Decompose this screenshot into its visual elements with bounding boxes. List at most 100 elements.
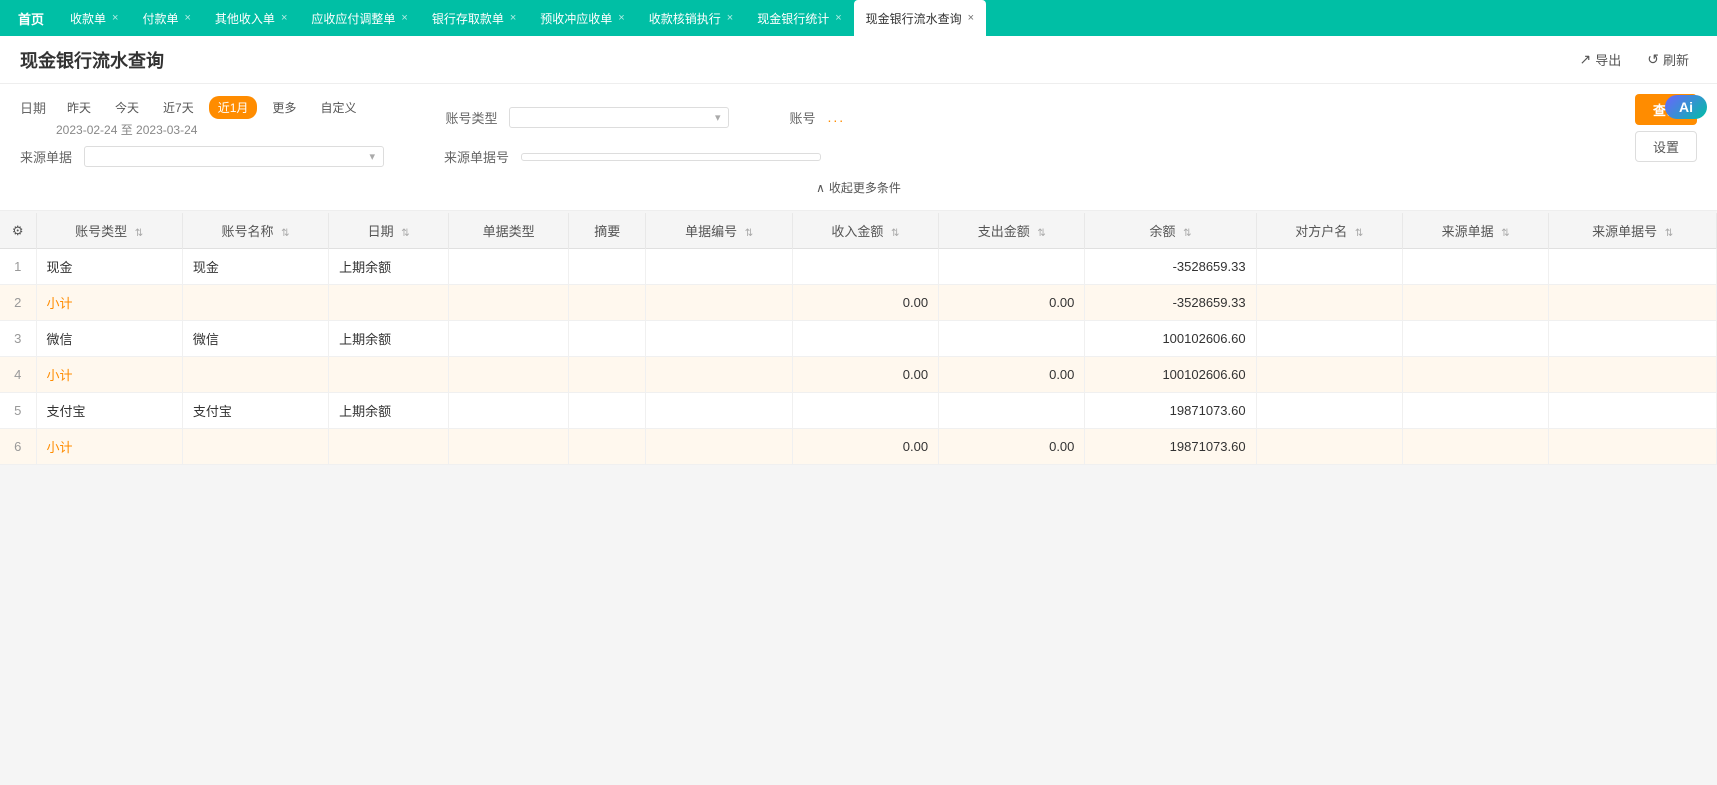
table-cell [449,429,569,465]
refresh-icon: ↺ [1647,51,1659,68]
close-icon[interactable]: × [281,12,287,24]
col-source-doc[interactable]: 来源单据 ⇅ [1402,213,1548,249]
date-btn-more[interactable]: 更多 [263,96,305,119]
col-doc-no[interactable]: 单据编号 ⇅ [646,213,792,249]
col-balance[interactable]: 余额 ⇅ [1085,213,1256,249]
settings-button[interactable]: 设置 [1635,131,1697,162]
table-cell [1402,321,1548,357]
nav-tab-2[interactable]: 其他收入单 × [203,0,299,36]
date-btn-1month[interactable]: 近1月 [209,96,258,119]
date-btn-today[interactable]: 今天 [106,96,148,119]
table-cell [569,249,646,285]
collapse-up-icon: ∧ [816,181,825,195]
sort-icon: ⇅ [135,228,143,239]
sort-icon: ⇅ [401,228,409,239]
table-cell [569,321,646,357]
date-btn-7days[interactable]: 近7天 [154,96,203,119]
table-cell [646,357,792,393]
col-counterpart[interactable]: 对方户名 ⇅ [1256,213,1402,249]
col-doc-type[interactable]: 单据类型 [449,213,569,249]
table-cell: 3 [0,321,36,357]
table-cell: 小计 [36,285,182,321]
col-date[interactable]: 日期 ⇅ [329,213,449,249]
table-cell [1549,321,1717,357]
table-cell: 4 [0,357,36,393]
table-cell: 微信 [36,321,182,357]
table-cell [182,357,328,393]
header-actions: ↗ 导出 ↺ 刷新 [1572,46,1698,73]
table-cell [569,357,646,393]
nav-tab-7[interactable]: 现金银行统计 × [745,0,853,36]
table-row: 2小计0.000.00-3528659.33 [0,285,1717,321]
nav-tab-5[interactable]: 预收冲应收单 × [528,0,636,36]
col-settings[interactable]: ⚙ [0,213,36,249]
col-account-type[interactable]: 账号类型 ⇅ [36,213,182,249]
account-type-select[interactable]: ▾ [509,107,729,128]
table-cell [1402,429,1548,465]
main-table: ⚙ 账号类型 ⇅ 账号名称 ⇅ 日期 ⇅ 单据类型 摘要 [0,213,1717,465]
table-cell [569,285,646,321]
table-cell [939,249,1085,285]
sort-icon: ⇅ [1355,228,1363,239]
table-cell: 现金 [182,249,328,285]
table-container: ⚙ 账号类型 ⇅ 账号名称 ⇅ 日期 ⇅ 单据类型 摘要 [0,213,1717,465]
table-cell [329,357,449,393]
settings-icon: ⚙ [12,223,24,238]
close-icon[interactable]: × [510,12,516,24]
sort-icon: ⇅ [281,228,289,239]
table-cell [1402,285,1548,321]
table-cell: 5 [0,393,36,429]
table-cell [1256,393,1402,429]
col-account-name[interactable]: 账号名称 ⇅ [182,213,328,249]
date-shortcuts: 昨天 今天 近7天 近1月 更多 自定义 [58,96,365,119]
table-cell [1256,249,1402,285]
nav-tab-6[interactable]: 收款核销执行 × [637,0,745,36]
close-icon[interactable]: × [727,12,733,24]
table-cell [1256,285,1402,321]
table-cell [449,285,569,321]
nav-tab-1[interactable]: 付款单 × [130,0,202,36]
sort-icon: ⇅ [1501,228,1509,239]
ai-badge[interactable]: Ai [1665,95,1707,119]
table-cell: 0.00 [939,285,1085,321]
table-cell [646,249,792,285]
close-icon[interactable]: × [112,12,118,24]
table-cell [1256,321,1402,357]
date-btn-yesterday[interactable]: 昨天 [58,96,100,119]
date-btn-custom[interactable]: 自定义 [311,96,365,119]
source-doc-select[interactable]: ▾ [84,146,384,167]
col-summary[interactable]: 摘要 [569,213,646,249]
nav-tab-0[interactable]: 收款单 × [58,0,130,36]
close-icon[interactable]: × [401,12,407,24]
col-expense[interactable]: 支出金额 ⇅ [939,213,1085,249]
page-header: 现金银行流水查询 ↗ 导出 ↺ 刷新 [0,36,1717,84]
table-cell [646,393,792,429]
account-dots[interactable]: ... [827,109,845,125]
close-icon[interactable]: × [968,12,974,24]
table-cell: 19871073.60 [1085,393,1256,429]
table-cell: 0.00 [939,357,1085,393]
date-label: 日期 [20,98,46,117]
sort-icon: ⇅ [1665,228,1673,239]
export-button[interactable]: ↗ 导出 [1572,46,1630,73]
source-doc-no-input[interactable] [521,153,821,161]
nav-home[interactable]: 首页 [4,9,58,28]
table-cell [792,249,938,285]
close-icon[interactable]: × [835,12,841,24]
table-cell [939,393,1085,429]
nav-tab-8[interactable]: 现金银行流水查询 × [854,0,986,36]
page-title: 现金银行流水查询 [20,47,164,73]
nav-tab-3[interactable]: 应收应付调整单 × [299,0,419,36]
table-header-row: ⚙ 账号类型 ⇅ 账号名称 ⇅ 日期 ⇅ 单据类型 摘要 [0,213,1717,249]
table-row: 3微信微信上期余额100102606.60 [0,321,1717,357]
nav-tab-4[interactable]: 银行存取款单 × [420,0,528,36]
table-cell: -3528659.33 [1085,285,1256,321]
table-cell [569,429,646,465]
close-icon[interactable]: × [184,12,190,24]
refresh-button[interactable]: ↺ 刷新 [1639,46,1697,73]
collapse-button[interactable]: ∧ 收起更多条件 [800,175,917,200]
source-doc-label: 来源单据 [20,147,72,166]
col-income[interactable]: 收入金额 ⇅ [792,213,938,249]
col-source-doc-no[interactable]: 来源单据号 ⇅ [1549,213,1717,249]
close-icon[interactable]: × [618,12,624,24]
